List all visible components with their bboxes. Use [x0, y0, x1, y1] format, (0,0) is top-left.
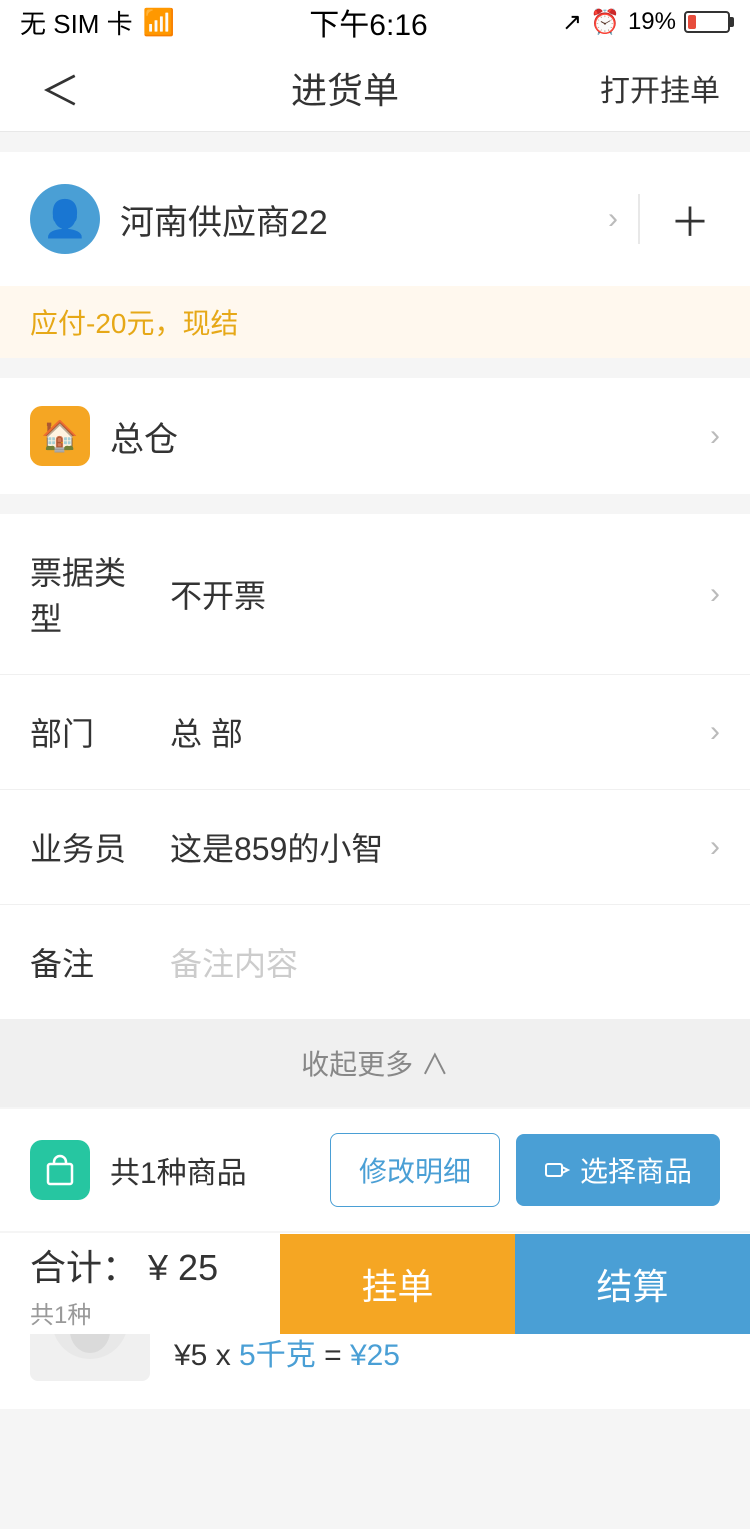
equals: = [324, 1339, 350, 1372]
battery-icon [684, 11, 730, 33]
warehouse-card[interactable]: 🏠 总仓 › [0, 378, 750, 494]
page-title: 进货单 [291, 62, 399, 114]
department-row[interactable]: 部门 总 部 › [0, 675, 750, 790]
supplier-card: 👤 河南供应商22 › ＋ 应付-20元，现结 [0, 152, 750, 358]
location-icon: ↗ [562, 8, 582, 37]
wifi-icon: 📶 [143, 7, 175, 38]
chevron-right-icon: › [710, 715, 720, 749]
form-section: 票据类型 不开票 › 部门 总 部 › 业务员 这是859的小智 › 备注 备注… [0, 514, 750, 1019]
shopping-bag-icon [42, 1152, 78, 1188]
total-section: 合计： ¥ 25 共1种 [0, 1239, 280, 1330]
collapse-bar[interactable]: 收起更多 ∧ [0, 1019, 750, 1107]
alert-banner: 应付-20元，现结 [0, 286, 750, 358]
total-label: 合计： [30, 1247, 138, 1288]
salesperson-row[interactable]: 业务员 这是859的小智 › [0, 790, 750, 905]
salesperson-value: 这是859的小智 [170, 824, 700, 870]
open-hang-button[interactable]: 打开挂单 [600, 66, 720, 110]
divider-1 [0, 132, 750, 152]
select-icon [544, 1156, 572, 1184]
select-product-button[interactable]: 选择商品 [516, 1134, 720, 1206]
salesperson-label: 业务员 [30, 824, 150, 870]
battery-percent: 19% [628, 8, 676, 36]
remark-row[interactable]: 备注 备注内容 [0, 905, 750, 1019]
avatar: 👤 [30, 184, 100, 254]
hang-button[interactable]: 挂单 [280, 1234, 515, 1334]
back-button[interactable]: ＜ [30, 49, 90, 127]
chevron-right-icon: › [710, 830, 720, 864]
unit-price: ¥5 x [174, 1339, 239, 1372]
add-supplier-button[interactable]: ＋ [660, 180, 720, 258]
product-count: 共1种商品 [110, 1148, 330, 1192]
invoice-type-row[interactable]: 票据类型 不开票 › [0, 514, 750, 675]
bottom-spacing [0, 1409, 750, 1529]
edit-detail-button[interactable]: 修改明细 [330, 1133, 500, 1207]
total-price: ¥25 [350, 1339, 400, 1372]
chevron-right-icon: › [710, 577, 720, 611]
supplier-row[interactable]: 👤 河南供应商22 › ＋ [0, 152, 750, 286]
quantity: 5千克 [239, 1339, 316, 1372]
divider-2 [0, 358, 750, 378]
select-product-label: 选择商品 [580, 1150, 692, 1190]
product-header: 共1种商品 修改明细 选择商品 [0, 1109, 750, 1231]
invoice-type-label: 票据类型 [30, 548, 150, 640]
warehouse-icon: 🏠 [30, 406, 90, 466]
status-time: 下午6:16 [309, 0, 427, 44]
product-price: ¥5 x 5千克 = ¥25 [174, 1330, 664, 1374]
supplier-name: 河南供应商22 [120, 195, 598, 244]
invoice-type-value: 不开票 [170, 571, 700, 617]
total-amount: 合计： ¥ 25 [30, 1239, 250, 1291]
remark-label: 备注 [30, 939, 150, 985]
carrier-text: 无 SIM 卡 [20, 4, 133, 41]
department-value: 总 部 [170, 709, 700, 755]
product-icon [30, 1140, 90, 1200]
vertical-divider [638, 194, 640, 244]
alarm-icon: ⏰ [590, 8, 620, 37]
total-value: ¥ 25 [148, 1247, 218, 1288]
chevron-right-icon: › [608, 202, 618, 236]
status-bar: 无 SIM 卡 📶 下午6:16 ↗ ⏰ 19% [0, 0, 750, 44]
nav-bar: ＜ 进货单 打开挂单 [0, 44, 750, 132]
status-carrier: 无 SIM 卡 📶 [20, 4, 175, 41]
warehouse-name: 总仓 [110, 412, 700, 461]
total-count: 共1种 [30, 1295, 250, 1330]
bottom-bar: 合计： ¥ 25 共1种 挂单 结算 [0, 1234, 750, 1334]
status-right: ↗ ⏰ 19% [562, 8, 730, 37]
warehouse-row[interactable]: 🏠 总仓 › [0, 378, 750, 494]
remark-placeholder: 备注内容 [170, 939, 720, 985]
chevron-right-icon: › [710, 419, 720, 453]
department-label: 部门 [30, 709, 150, 755]
checkout-button[interactable]: 结算 [515, 1234, 750, 1334]
